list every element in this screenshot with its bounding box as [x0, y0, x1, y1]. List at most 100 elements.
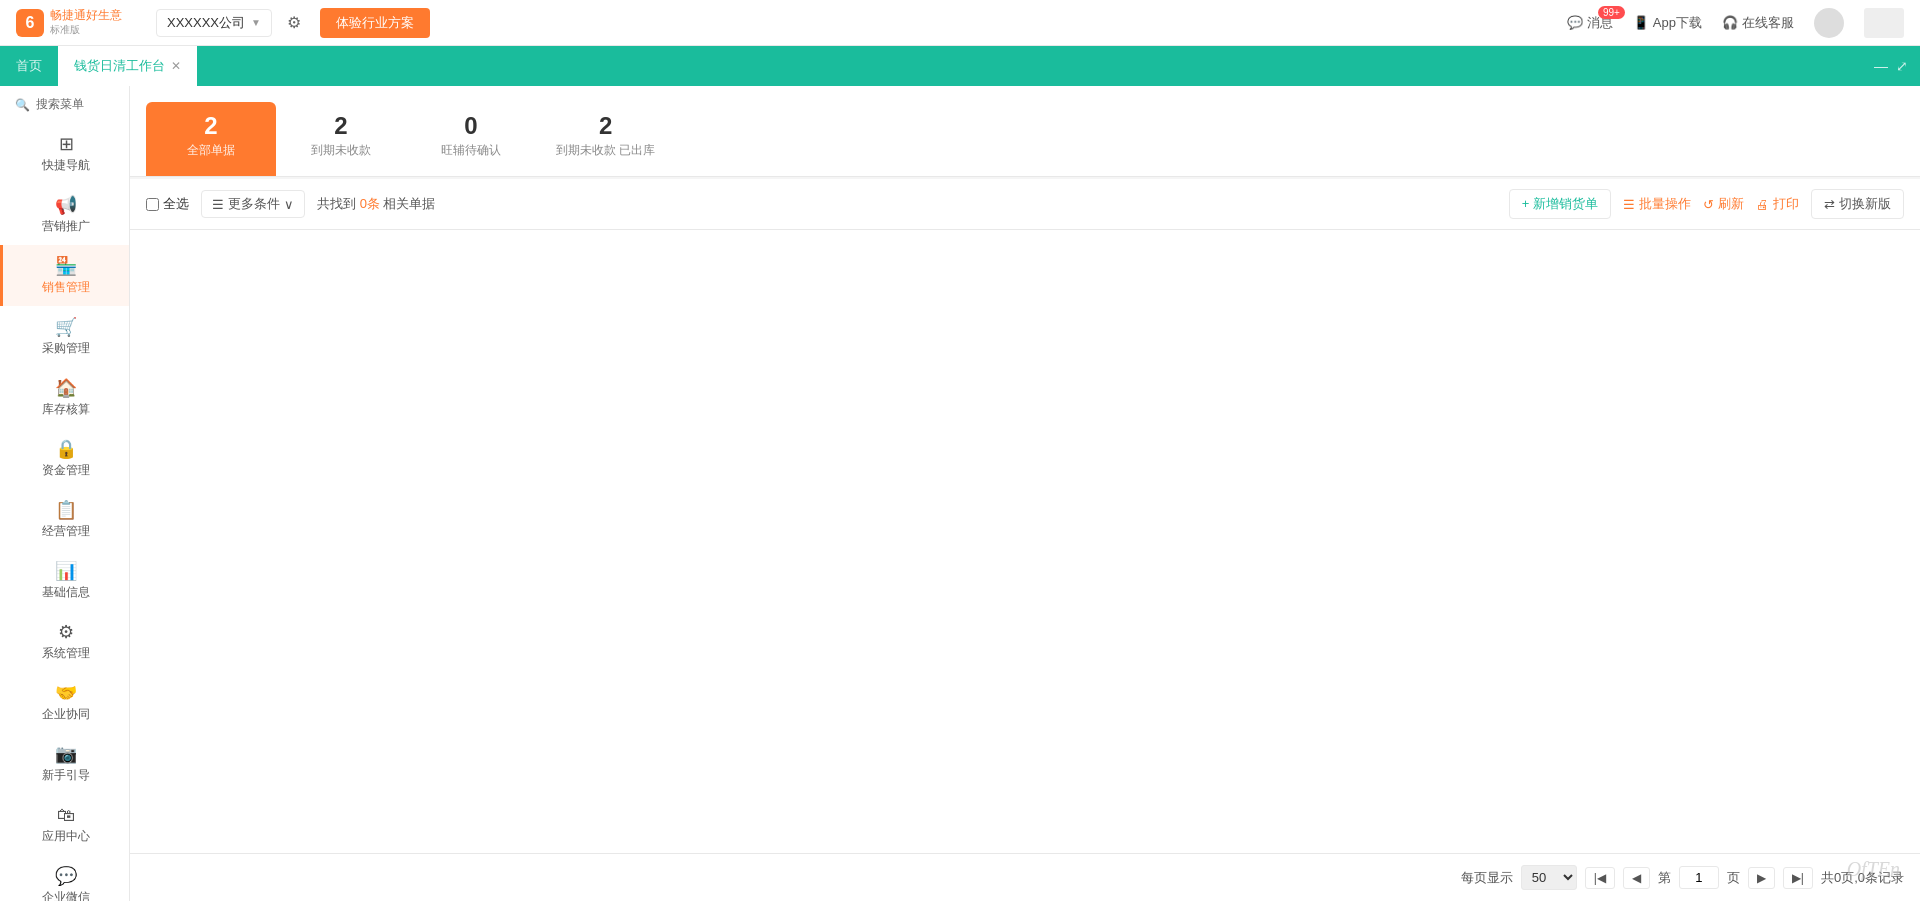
- online-service-label: 在线客服: [1742, 14, 1794, 32]
- service-icon: 🎧: [1722, 15, 1738, 30]
- page-text: 第: [1658, 869, 1671, 887]
- inventory-icon: 🏠: [55, 379, 77, 397]
- sidebar-search[interactable]: 🔍 搜索菜单: [0, 86, 129, 123]
- enterprise-icon: 🤝: [55, 684, 77, 702]
- page-of-text: 页: [1727, 869, 1740, 887]
- finance-icon: 🔒: [55, 440, 77, 458]
- tab-close-icon[interactable]: ✕: [171, 59, 181, 73]
- add-sale-order-button[interactable]: + 新增销货单: [1509, 189, 1611, 219]
- stat-all-number: 2: [166, 112, 256, 140]
- message-action[interactable]: 💬 消息 99+: [1567, 14, 1613, 32]
- app-icon: 📱: [1633, 15, 1649, 30]
- header-right: 💬 消息 99+ 📱 App下载 🎧 在线客服: [1567, 8, 1904, 38]
- found-suffix: 相关单据: [383, 196, 435, 211]
- company-selector[interactable]: XXXXXX公司 ▼: [156, 9, 272, 37]
- sidebar-item-finance[interactable]: 🔒 资金管理: [0, 428, 129, 489]
- tab-bar: 首页 钱货日清工作台 ✕ — ⤢: [0, 46, 1920, 86]
- batch-icon: ☰: [1623, 197, 1635, 212]
- filter-button[interactable]: ☰ 更多条件 ∨: [201, 190, 305, 218]
- sidebar-item-enterprise-label: 企业协同: [42, 706, 90, 723]
- sidebar-item-guide[interactable]: 📷 新手引导: [0, 733, 129, 794]
- message-badge: 99+: [1598, 6, 1625, 19]
- tab-maximize-icon[interactable]: ⤢: [1896, 58, 1908, 74]
- page-number-input[interactable]: [1679, 866, 1719, 889]
- company-name: XXXXXX公司: [167, 14, 245, 32]
- batch-operation-button[interactable]: ☰ 批量操作: [1623, 195, 1691, 213]
- sidebar-item-quick-nav-label: 快捷导航: [42, 157, 90, 174]
- switch-label: 切换新版: [1839, 195, 1891, 213]
- stat-tab-all[interactable]: 2 全部单据: [146, 102, 276, 176]
- table-area: [130, 230, 1920, 853]
- sidebar-item-purchase-label: 采购管理: [42, 340, 90, 357]
- tab-cash[interactable]: 钱货日清工作台 ✕: [58, 46, 197, 86]
- filter-icon: ☰: [212, 197, 224, 212]
- system-icon: ⚙: [58, 623, 74, 641]
- operation-icon: 📋: [55, 501, 77, 519]
- print-button[interactable]: 🖨 打印: [1756, 195, 1799, 213]
- message-icon: 💬: [1567, 15, 1583, 30]
- sidebar-item-basic[interactable]: 📊 基础信息: [0, 550, 129, 611]
- sidebar-item-basic-label: 基础信息: [42, 584, 90, 601]
- logo-name: 畅捷通好生意: [50, 8, 122, 24]
- toolbar: 全选 ☰ 更多条件 ∨ 共找到 0条 相关单据 + 新增销货单 ☰ 批量操作 ↺: [130, 179, 1920, 230]
- search-icon: 🔍: [15, 98, 30, 112]
- tab-minimize-icon[interactable]: —: [1874, 58, 1888, 74]
- select-all-checkbox[interactable]: 全选: [146, 195, 189, 213]
- sidebar-item-operation[interactable]: 📋 经营管理: [0, 489, 129, 550]
- first-page-button[interactable]: |◀: [1585, 867, 1615, 889]
- app-download-label: App下载: [1653, 14, 1702, 32]
- last-page-button[interactable]: ▶|: [1783, 867, 1813, 889]
- sidebar-item-sales[interactable]: 🏪 销售管理: [0, 245, 129, 306]
- settings-icon[interactable]: ⚙: [280, 9, 308, 37]
- total-records: 共0页,0条记录: [1821, 869, 1904, 887]
- marketing-icon: 📢: [55, 196, 77, 214]
- stat-overdue-out-number: 2: [556, 112, 655, 140]
- quick-nav-icon: ⊞: [59, 135, 74, 153]
- filter-arrow-icon: ∨: [284, 197, 294, 212]
- found-text: 共找到 0条 相关单据: [317, 195, 435, 213]
- switch-icon: ⇄: [1824, 197, 1835, 212]
- stat-tab-overdue-out[interactable]: 2 到期未收款 已出库: [536, 102, 675, 176]
- sidebar-item-purchase[interactable]: 🛒 采购管理: [0, 306, 129, 367]
- user-avatar[interactable]: [1814, 8, 1844, 38]
- user-name-area[interactable]: [1864, 8, 1904, 38]
- toolbar-right: + 新增销货单 ☰ 批量操作 ↺ 刷新 🖨 打印 ⇄ 切换新版: [1509, 189, 1904, 219]
- app-download-action[interactable]: 📱 App下载: [1633, 14, 1702, 32]
- per-page-select[interactable]: 20 50 100 200: [1521, 865, 1577, 890]
- stat-overdue-out-label: 到期未收款 已出库: [556, 142, 655, 159]
- stat-all-label: 全部单据: [166, 142, 256, 159]
- tab-home-label: 首页: [16, 57, 42, 75]
- tab-home[interactable]: 首页: [0, 46, 58, 86]
- tab-actions: — ⤢: [1874, 58, 1920, 74]
- sidebar-item-marketing[interactable]: 📢 营销推广: [0, 184, 129, 245]
- sales-icon: 🏪: [55, 257, 77, 275]
- online-service-action[interactable]: 🎧 在线客服: [1722, 14, 1794, 32]
- sidebar-item-inventory-label: 库存核算: [42, 401, 90, 418]
- switch-version-button[interactable]: ⇄ 切换新版: [1811, 189, 1904, 219]
- found-count: 0条: [360, 196, 380, 211]
- sidebar-item-system-label: 系统管理: [42, 645, 90, 662]
- select-all-input[interactable]: [146, 198, 159, 211]
- sidebar-item-enterprise[interactable]: 🤝 企业协同: [0, 672, 129, 733]
- sidebar-item-weixin[interactable]: 💬 企业微信: [0, 855, 129, 901]
- stat-overdue-number: 2: [296, 112, 386, 140]
- sidebar-item-inventory[interactable]: 🏠 库存核算: [0, 367, 129, 428]
- select-all-label: 全选: [163, 195, 189, 213]
- tab-cash-label: 钱货日清工作台: [74, 57, 165, 75]
- basic-icon: 📊: [55, 562, 77, 580]
- prev-page-button[interactable]: ◀: [1623, 867, 1650, 889]
- print-label: 打印: [1773, 195, 1799, 213]
- stat-tab-overdue[interactable]: 2 到期未收款: [276, 102, 406, 176]
- content-area: 2 全部单据 2 到期未收款 0 旺辅待确认 2 到期未收款 已出库 全选: [130, 86, 1920, 901]
- stat-wangwang-number: 0: [426, 112, 516, 140]
- sidebar-item-system[interactable]: ⚙ 系统管理: [0, 611, 129, 672]
- refresh-button[interactable]: ↺ 刷新: [1703, 195, 1744, 213]
- refresh-icon: ↺: [1703, 197, 1714, 212]
- batch-label: 批量操作: [1639, 195, 1691, 213]
- stat-tab-wangwang[interactable]: 0 旺辅待确认: [406, 102, 536, 176]
- trial-button[interactable]: 体验行业方案: [320, 8, 430, 38]
- sidebar-item-quick-nav[interactable]: ⊞ 快捷导航: [0, 123, 129, 184]
- sidebar-item-appstore[interactable]: 🛍 应用中心: [0, 794, 129, 855]
- logo-badge: 标准版: [50, 23, 122, 37]
- next-page-button[interactable]: ▶: [1748, 867, 1775, 889]
